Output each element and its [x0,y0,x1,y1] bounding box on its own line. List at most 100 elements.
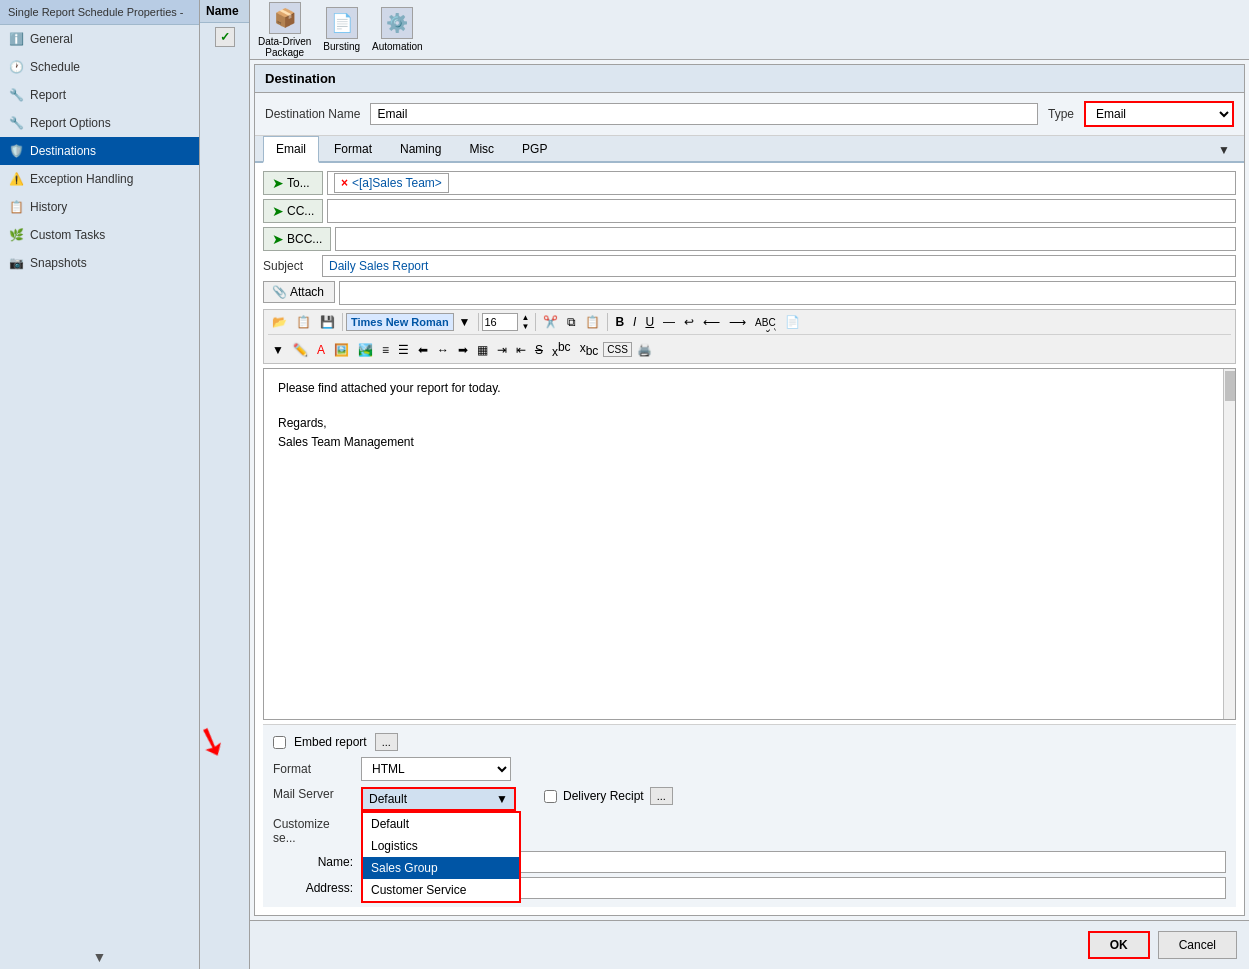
to-input-field[interactable]: × <[a]Sales Team> [327,171,1236,195]
rte-undo[interactable]: ↩ [680,313,698,331]
rte-align-right[interactable]: ➡ [454,341,472,359]
sidebar-item-custom-tasks[interactable]: 🌿 Custom Tasks [0,221,199,249]
body-line3: Sales Team Management [278,433,1221,452]
rte-font-name[interactable]: Times New Roman [346,313,454,331]
rte-dropdown2[interactable]: ▼ [268,341,288,359]
rte-copy-btn[interactable]: 📋 [292,313,315,331]
rte-cut-btn[interactable]: ✂️ [539,313,562,331]
tab-naming[interactable]: Naming [387,136,454,161]
rte-italic[interactable]: I [629,313,640,331]
mail-server-option-default[interactable]: Default [363,813,519,835]
rte-image1[interactable]: 🖼️ [330,341,353,359]
format-label: Format [273,762,353,776]
to-tag-remove[interactable]: × [341,176,348,190]
type-select[interactable]: Email [1084,101,1234,127]
destination-header: Destination [255,65,1244,93]
delivery-receipt-checkbox[interactable] [544,790,557,803]
sidebar-item-exception-handling[interactable]: ⚠️ Exception Handling [0,165,199,193]
email-body[interactable]: Please find attached your report for tod… [263,368,1236,720]
embed-report-checkbox[interactable] [273,736,286,749]
toolbar-automation[interactable]: ⚙️ Automation [372,7,423,52]
report-options-icon: 🔧 [8,115,24,131]
sidebar-item-history[interactable]: 📋 History [0,193,199,221]
rte-arrow2[interactable]: ⟶ [725,313,750,331]
rte-copy2-btn[interactable]: ⧉ [563,313,580,331]
rte-sep3 [535,313,536,331]
destination-name-input[interactable] [370,103,1038,125]
tab-pgp[interactable]: PGP [509,136,560,161]
embed-report-label: Embed report [294,735,367,749]
rte-hr[interactable]: — [659,313,679,331]
rte-arrow1[interactable]: ⟵ [699,313,724,331]
rte-list-unordered[interactable]: ☰ [394,341,413,359]
mail-server-select[interactable]: Default ▼ [361,787,516,811]
bursting-icon: 📄 [326,7,358,39]
rte-print[interactable]: 🖨️ [633,341,656,359]
rte-strikethrough[interactable]: S [531,341,547,359]
bcc-input[interactable] [335,227,1236,251]
delivery-receipt-options-btn[interactable]: ... [650,787,673,805]
name-column: Name ✓ [200,0,250,969]
rte-paste-btn[interactable]: 📋 [581,313,604,331]
tab-email[interactable]: Email [263,136,319,163]
sidebar-item-general[interactable]: ℹ️ General [0,25,199,53]
rte-size-up[interactable]: ▲▼ [519,312,533,332]
rte-save-btn[interactable]: 💾 [316,313,339,331]
rte-indent[interactable]: ⇥ [493,341,511,359]
rte-spell[interactable]: ABC [751,315,780,330]
toolbar-automation-label: Automation [372,41,423,52]
toolbar-data-driven-label: Data-DrivenPackage [258,36,311,58]
tab-dropdown-arrow[interactable]: ▼ [1212,139,1236,161]
rte-table[interactable]: ▦ [473,341,492,359]
sidebar-item-report[interactable]: 🔧 Report [0,81,199,109]
cc-input[interactable] [327,199,1236,223]
body-line2: Regards, [278,414,1221,433]
attach-button[interactable]: 📎 Attach [263,281,335,303]
rte-css[interactable]: CSS [603,342,632,357]
attach-row: 📎 Attach [263,281,1236,305]
rte-sep2 [478,313,479,331]
email-body-scrollbar[interactable] [1223,369,1235,719]
rte-subscript[interactable]: xbc [576,339,603,360]
rte-doc-btn[interactable]: 📄 [781,313,804,331]
rte-outdent[interactable]: ⇤ [512,341,530,359]
rte-align-center[interactable]: ↔ [433,341,453,359]
ok-button[interactable]: OK [1088,931,1150,959]
rte-open-btn[interactable]: 📂 [268,313,291,331]
mail-server-option-logistics[interactable]: Logistics [363,835,519,857]
sidebar-collapse-arrow[interactable]: ▼ [93,949,107,965]
rte-list-ordered[interactable]: ≡ [378,341,393,359]
mail-server-option-customer-service[interactable]: Customer Service [363,879,519,901]
cc-button[interactable]: ➤ CC... [263,199,323,223]
rte-align-left[interactable]: ⬅ [414,341,432,359]
embed-report-options-btn[interactable]: ... [375,733,398,751]
sidebar-item-report-options[interactable]: 🔧 Report Options [0,109,199,137]
mail-server-option-sales-group[interactable]: Sales Group [363,857,519,879]
sidebar-item-label: Report Options [30,116,111,130]
email-form: ➤ To... × <[a]Sales Team> ➤ CC... [255,163,1244,915]
format-select[interactable]: HTML PDF Excel Word CSV [361,757,511,781]
rte-superscript[interactable]: xbc [548,338,575,361]
sidebar-item-schedule[interactable]: 🕐 Schedule [0,53,199,81]
attach-input[interactable] [339,281,1236,305]
rte-font-dropdown[interactable]: ▼ [455,313,475,331]
toolbar-bursting[interactable]: 📄 Bursting [323,7,360,52]
rte-image2[interactable]: 🏞️ [354,341,377,359]
rte-underline[interactable]: U [641,313,658,331]
cancel-button[interactable]: Cancel [1158,931,1237,959]
destination-name-label: Destination Name [265,107,360,121]
tab-format[interactable]: Format [321,136,385,161]
rte-highlight[interactable]: ✏️ [289,341,312,359]
sidebar-item-snapshots[interactable]: 📷 Snapshots [0,249,199,277]
subject-input[interactable] [322,255,1236,277]
bcc-button[interactable]: ➤ BCC... [263,227,331,251]
rte-bold[interactable]: B [611,313,628,331]
toolbar-data-driven[interactable]: 📦 Data-DrivenPackage [258,2,311,58]
footer: OK Cancel [250,920,1249,969]
rte-font-size[interactable] [482,313,518,331]
sidebar-item-destinations[interactable]: 🛡️ Destinations [0,137,199,165]
name-column-edit[interactable]: ✓ [215,27,235,47]
rte-font-color[interactable]: A [313,341,329,359]
tab-misc[interactable]: Misc [456,136,507,161]
to-button[interactable]: ➤ To... [263,171,323,195]
